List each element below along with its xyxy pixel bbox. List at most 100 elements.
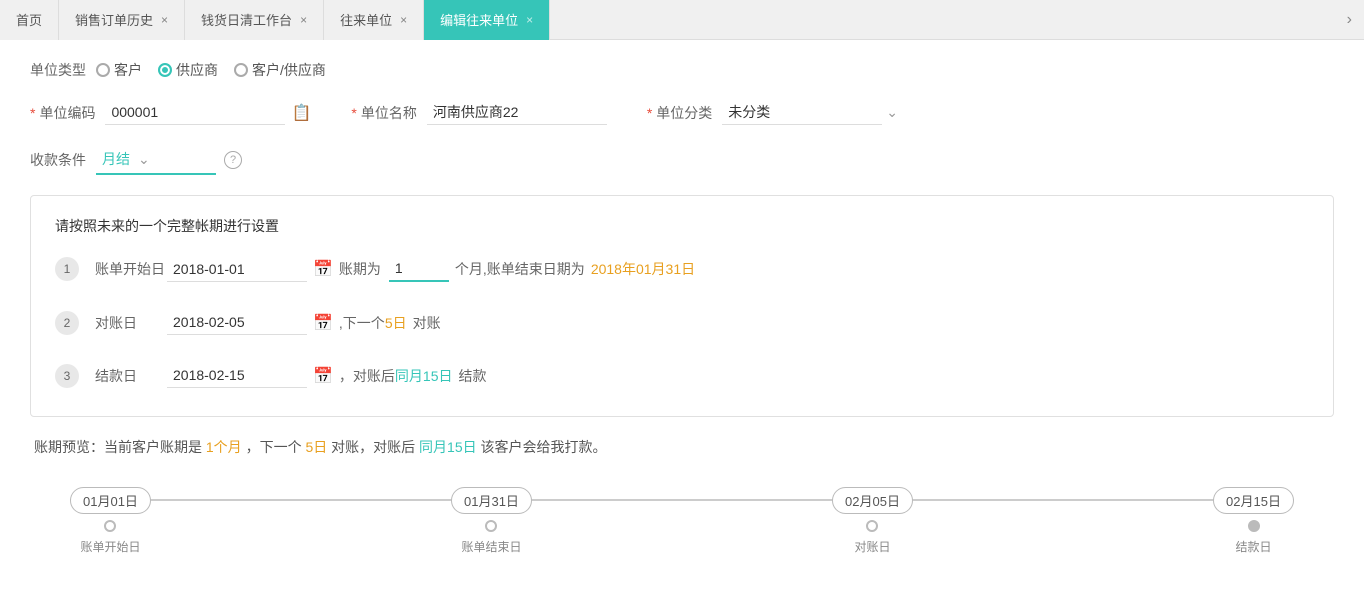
- unit-info-row: * 单位编码 📋 * 单位名称 * 单位分类 ⌄: [30, 100, 1334, 125]
- timeline-dot-1: [485, 520, 497, 532]
- timeline-point-3: 02月15日 结款日: [1213, 487, 1294, 555]
- timeline-dot-2: [866, 520, 878, 532]
- setting-label-2: 对账日: [95, 313, 155, 333]
- tab-partner-close[interactable]: ×: [400, 13, 407, 27]
- radio-customer-label: 客户: [114, 60, 142, 80]
- page-content: 单位类型 客户 供应商 客户/供应商 * 单位编码 📋 * 单位名称: [0, 40, 1364, 608]
- payment-date-input[interactable]: [167, 363, 307, 388]
- timeline-badge-0: 01月01日: [70, 487, 151, 514]
- settings-title: 请按照未来的一个完整帐期进行设置: [55, 216, 1309, 236]
- period-label: 账期为: [339, 259, 381, 279]
- timeline-point-1: 01月31日 账单结束日: [451, 487, 532, 555]
- payment-select[interactable]: 月结 ⌄: [96, 145, 216, 175]
- reconcile-highlight: 5日: [385, 313, 407, 333]
- radio-both-label: 客户/供应商: [252, 60, 326, 80]
- timeline-badge-2: 02月05日: [832, 487, 913, 514]
- reconcile-desc-suffix: 对账: [413, 313, 441, 333]
- payment-dropdown-icon[interactable]: ⌄: [138, 151, 150, 168]
- tab-bar: 首页 销售订单历史 × 钱货日清工作台 × 往来单位 × 编辑往来单位 × ›: [0, 0, 1364, 40]
- radio-supplier[interactable]: 供应商: [158, 60, 218, 80]
- preview-suffix: 该客户会给我打款。: [481, 439, 607, 455]
- payment-date-calendar-icon[interactable]: 📅: [313, 366, 333, 386]
- reconcile-desc-prefix: ,下一个: [339, 313, 385, 333]
- timeline-points: 01月01日 账单开始日 01月31日 账单结束日 02月05日 对账日 02月…: [70, 487, 1294, 555]
- unit-type-row: 单位类型 客户 供应商 客户/供应商: [30, 60, 1334, 80]
- unit-name-star: *: [351, 105, 356, 121]
- preview-highlight1: 1个月: [206, 439, 242, 455]
- unit-name-label: 单位名称: [361, 103, 417, 123]
- preview-section: 账期预览：当前客户账期是 1个月 ，下一个 5日 对账，对账后 同月15日 该客…: [30, 437, 1334, 457]
- radio-supplier-circle: [158, 63, 172, 77]
- tab-edit-partner-close[interactable]: ×: [526, 13, 533, 27]
- period-end-date: 2018年01月31日: [591, 259, 695, 279]
- unit-name-input[interactable]: [427, 100, 607, 125]
- setting-label-1: 账单开始日: [95, 259, 155, 279]
- timeline-badge-3: 02月15日: [1213, 487, 1294, 514]
- preview-highlight3: 同月15日: [419, 439, 477, 455]
- setting-num-3: 3: [55, 364, 79, 388]
- unit-type-radio-group: 客户 供应商 客户/供应商: [96, 60, 326, 80]
- tab-home-label: 首页: [16, 10, 42, 29]
- payment-help-icon[interactable]: ?: [224, 151, 242, 169]
- period-value-input[interactable]: [389, 256, 449, 282]
- preview-mid2: 对账，对账后: [331, 439, 415, 455]
- preview-highlight2: 5日: [305, 439, 327, 455]
- timeline-dot-3: [1248, 520, 1260, 532]
- unit-type-label: 单位类型: [30, 60, 86, 80]
- unit-code-group: * 单位编码 📋: [30, 100, 311, 125]
- radio-customer[interactable]: 客户: [96, 60, 142, 80]
- setting-row-1: 1 账单开始日 📅 账期为 个月,账单结束日期为 2018年01月31日: [55, 256, 1309, 286]
- timeline-dot-0: [104, 520, 116, 532]
- setting-label-3: 结款日: [95, 366, 155, 386]
- period-suffix: 个月,账单结束日期为: [455, 259, 585, 279]
- tab-cash-work-close[interactable]: ×: [300, 13, 307, 27]
- setting-num-2: 2: [55, 311, 79, 335]
- preview-prefix: 账期预览：当前客户账期是: [34, 439, 202, 455]
- payment-desc-prefix: ，对账后: [339, 366, 395, 386]
- unit-code-star: *: [30, 105, 35, 121]
- tab-edit-partner[interactable]: 编辑往来单位 ×: [424, 0, 550, 40]
- setting-row-3: 3 结款日 📅 ，对账后 同月15日 结款: [55, 363, 1309, 392]
- tab-partner-label: 往来单位: [340, 10, 392, 29]
- payment-label: 收款条件: [30, 150, 86, 170]
- radio-supplier-label: 供应商: [176, 60, 218, 80]
- tab-partner[interactable]: 往来单位 ×: [324, 0, 424, 40]
- radio-customer-circle: [96, 63, 110, 77]
- payment-desc-suffix: 结款: [459, 366, 487, 386]
- preview-mid1: ，下一个: [246, 439, 302, 455]
- start-date-input[interactable]: [167, 257, 307, 282]
- timeline-sublabel-2: 对账日: [854, 538, 890, 555]
- start-date-calendar-icon[interactable]: 📅: [313, 259, 333, 279]
- setting-num-1: 1: [55, 257, 79, 281]
- timeline-sublabel-1: 账单结束日: [461, 538, 521, 555]
- tab-cash-work-label: 钱货日清工作台: [201, 10, 292, 29]
- timeline-point-2: 02月05日 对账日: [832, 487, 913, 555]
- tab-cash-work[interactable]: 钱货日清工作台 ×: [185, 0, 324, 40]
- tab-edit-partner-label: 编辑往来单位: [440, 10, 518, 29]
- reconcile-date-input[interactable]: [167, 310, 307, 335]
- unit-code-label: 单位编码: [39, 103, 95, 123]
- tab-sales-history-close[interactable]: ×: [161, 13, 168, 27]
- unit-category-group: * 单位分类 ⌄: [647, 100, 898, 125]
- setting-row-2: 2 对账日 📅 ,下一个 5日 对账: [55, 310, 1309, 339]
- unit-category-input[interactable]: [722, 100, 882, 125]
- timeline-point-0: 01月01日 账单开始日: [70, 487, 151, 555]
- tab-more-button[interactable]: ›: [1335, 11, 1364, 29]
- radio-both[interactable]: 客户/供应商: [234, 60, 326, 80]
- unit-code-icon[interactable]: 📋: [291, 103, 311, 123]
- payment-highlight: 同月15日: [395, 366, 453, 386]
- unit-code-input[interactable]: [105, 100, 285, 125]
- payment-value: 月结: [102, 149, 130, 169]
- timeline-sublabel-0: 账单开始日: [80, 538, 140, 555]
- reconcile-date-calendar-icon[interactable]: 📅: [313, 313, 333, 333]
- unit-category-dropdown-icon[interactable]: ⌄: [886, 104, 898, 121]
- timeline-sublabel-3: 结款日: [1236, 538, 1272, 555]
- unit-category-star: *: [647, 105, 652, 121]
- payment-row: 收款条件 月结 ⌄ ?: [30, 145, 1334, 175]
- timeline-badge-1: 01月31日: [451, 487, 532, 514]
- tab-sales-history[interactable]: 销售订单历史 ×: [59, 0, 185, 40]
- tab-home[interactable]: 首页: [0, 0, 59, 40]
- unit-name-group: * 单位名称: [351, 100, 606, 125]
- settings-box: 请按照未来的一个完整帐期进行设置 1 账单开始日 📅 账期为 个月,账单结束日期…: [30, 195, 1334, 417]
- unit-category-label: 单位分类: [656, 103, 712, 123]
